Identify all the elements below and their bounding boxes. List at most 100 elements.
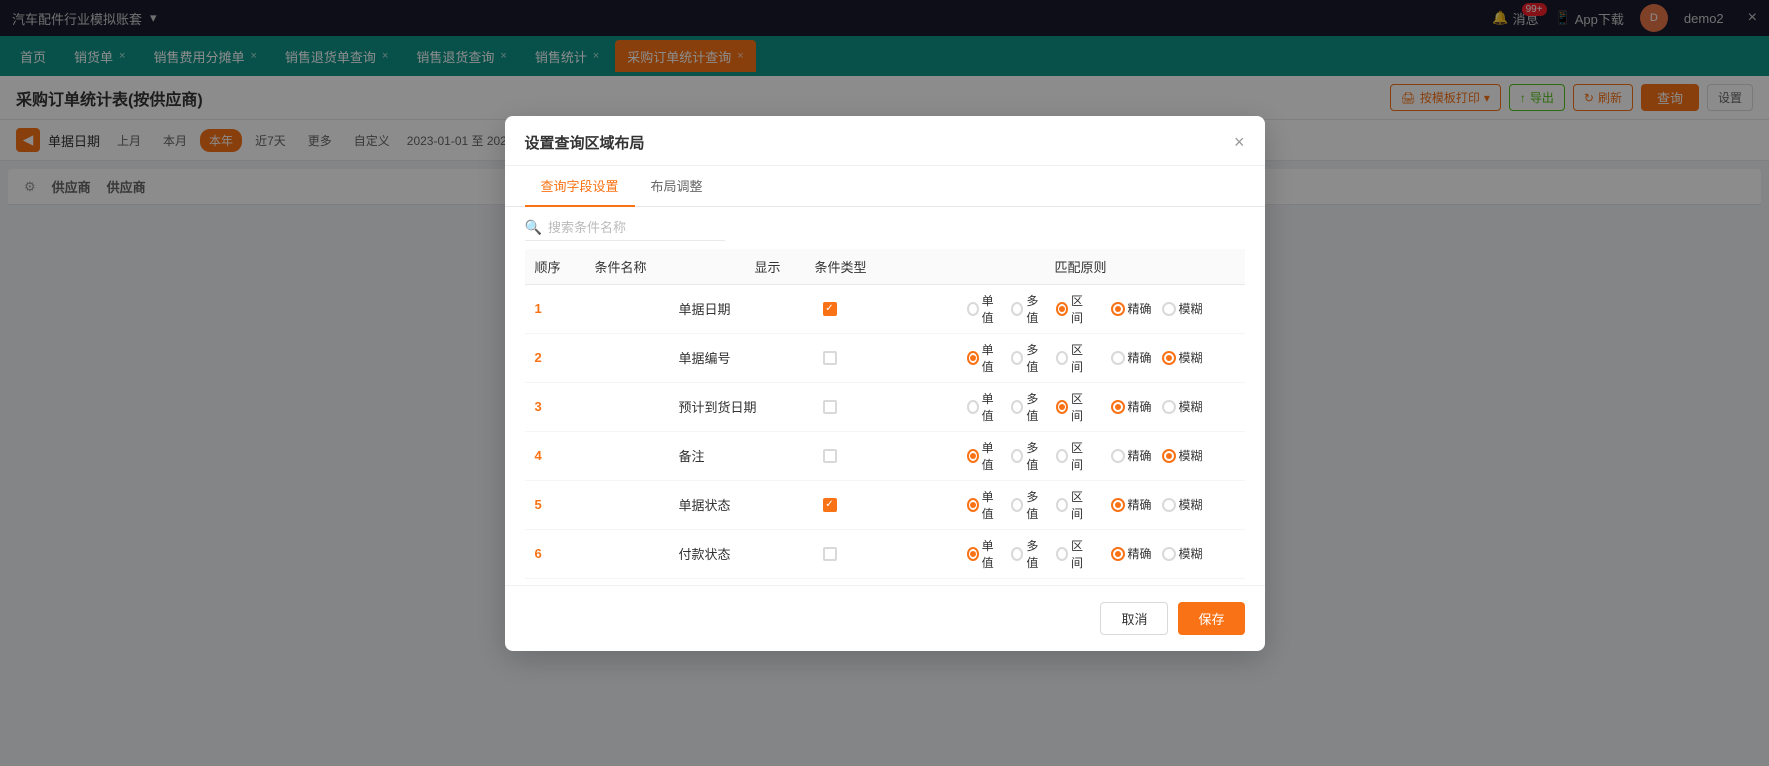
type-single-4[interactable]: 单值 (967, 488, 1002, 522)
match-fuzzy-radio-3[interactable] (1162, 449, 1176, 463)
th-name: 条件名称 (585, 249, 745, 285)
type-multi-radio-4[interactable] (1011, 498, 1023, 512)
type-single-radio-1[interactable] (967, 351, 979, 365)
type-range-0[interactable]: 区间 (1056, 292, 1091, 326)
cell-type-3: 单值 多值 区间 (957, 432, 1101, 481)
match-exact-radio-2[interactable] (1111, 400, 1125, 414)
cell-display-5[interactable] (813, 530, 957, 579)
match-fuzzy-3[interactable]: 模糊 (1162, 447, 1203, 464)
type-multi-5[interactable]: 多值 (1011, 537, 1046, 571)
match-radio-group-5: 精确 模糊 (1111, 545, 1235, 562)
match-exact-radio-0[interactable] (1111, 302, 1125, 316)
table-row: 5单据状态 单值 多值 区间 精确 (525, 481, 1245, 530)
type-range-radio-0[interactable] (1056, 302, 1068, 316)
match-exact-radio-3[interactable] (1111, 449, 1125, 463)
cell-display-1[interactable] (813, 334, 957, 383)
cancel-button[interactable]: 取消 (1100, 602, 1168, 635)
type-single-radio-3[interactable] (967, 449, 979, 463)
cell-order-0: 1 (525, 285, 669, 334)
search-icon: 🔍 (525, 219, 542, 236)
display-checkbox-1[interactable] (823, 351, 837, 365)
type-multi-4[interactable]: 多值 (1011, 488, 1046, 522)
type-multi-radio-0[interactable] (1011, 302, 1023, 316)
type-range-4[interactable]: 区间 (1056, 488, 1091, 522)
display-checkbox-0[interactable] (823, 302, 837, 316)
modal-overlay: 设置查询区域布局 × 查询字段设置 布局调整 🔍 (0, 0, 1769, 766)
type-multi-radio-1[interactable] (1011, 351, 1023, 365)
type-range-5[interactable]: 区间 (1056, 537, 1091, 571)
type-single-3[interactable]: 单值 (967, 439, 1002, 473)
modal-tab-layout[interactable]: 布局调整 (635, 166, 719, 207)
match-radio-group-4: 精确 模糊 (1111, 496, 1235, 513)
display-checkbox-2[interactable] (823, 400, 837, 414)
type-range-2[interactable]: 区间 (1056, 390, 1091, 424)
cell-display-4[interactable] (813, 481, 957, 530)
type-single-5[interactable]: 单值 (967, 537, 1002, 571)
type-single-1[interactable]: 单值 (967, 341, 1002, 375)
modal-close-button[interactable]: × (1234, 133, 1245, 151)
modal-tab-fields[interactable]: 查询字段设置 (525, 166, 635, 207)
display-checkbox-3[interactable] (823, 449, 837, 463)
type-range-radio-1[interactable] (1056, 351, 1068, 365)
type-multi-radio-3[interactable] (1011, 449, 1023, 463)
cell-name-4: 单据状态 (669, 481, 813, 530)
cell-match-4: 精确 模糊 (1101, 481, 1245, 530)
match-fuzzy-0[interactable]: 模糊 (1162, 300, 1203, 317)
type-range-3[interactable]: 区间 (1056, 439, 1091, 473)
cell-order-2: 3 (525, 383, 669, 432)
type-single-0[interactable]: 单值 (967, 292, 1002, 326)
type-multi-0[interactable]: 多值 (1011, 292, 1046, 326)
match-fuzzy-2[interactable]: 模糊 (1162, 398, 1203, 415)
cell-match-3: 精确 模糊 (1101, 432, 1245, 481)
type-single-radio-2[interactable] (967, 400, 979, 414)
match-fuzzy-5[interactable]: 模糊 (1162, 545, 1203, 562)
match-exact-2[interactable]: 精确 (1111, 398, 1152, 415)
match-fuzzy-radio-1[interactable] (1162, 351, 1176, 365)
type-range-1[interactable]: 区间 (1056, 341, 1091, 375)
match-exact-0[interactable]: 精确 (1111, 300, 1152, 317)
cell-match-5: 精确 模糊 (1101, 530, 1245, 579)
match-exact-1[interactable]: 精确 (1111, 349, 1152, 366)
type-range-radio-2[interactable] (1056, 400, 1068, 414)
type-range-radio-3[interactable] (1056, 449, 1068, 463)
cell-order-4: 5 (525, 481, 669, 530)
type-range-radio-4[interactable] (1056, 498, 1068, 512)
type-multi-radio-5[interactable] (1011, 547, 1023, 561)
modal-tab-fields-label: 查询字段设置 (541, 179, 619, 194)
match-fuzzy-radio-2[interactable] (1162, 400, 1176, 414)
type-multi-2[interactable]: 多值 (1011, 390, 1046, 424)
match-fuzzy-radio-4[interactable] (1162, 498, 1176, 512)
type-range-radio-5[interactable] (1056, 547, 1068, 561)
save-button[interactable]: 保存 (1178, 602, 1244, 635)
search-input[interactable] (548, 220, 708, 235)
display-checkbox-4[interactable] (823, 498, 837, 512)
display-checkbox-5[interactable] (823, 547, 837, 561)
match-fuzzy-radio-0[interactable] (1162, 302, 1176, 316)
th-match: 匹配原则 (1045, 249, 1245, 285)
cell-display-2[interactable] (813, 383, 957, 432)
cell-order-5: 6 (525, 530, 669, 579)
match-exact-4[interactable]: 精确 (1111, 496, 1152, 513)
type-single-radio-5[interactable] (967, 547, 979, 561)
type-single-radio-4[interactable] (967, 498, 979, 512)
match-exact-radio-1[interactable] (1111, 351, 1125, 365)
cell-type-4: 单值 多值 区间 (957, 481, 1101, 530)
match-exact-3[interactable]: 精确 (1111, 447, 1152, 464)
modal-title: 设置查询区域布局 (525, 132, 645, 153)
type-single-radio-0[interactable] (967, 302, 979, 316)
match-exact-radio-5[interactable] (1111, 547, 1125, 561)
match-fuzzy-1[interactable]: 模糊 (1162, 349, 1203, 366)
type-radio-group-3: 单值 多值 区间 (967, 439, 1091, 473)
cell-name-1: 单据编号 (669, 334, 813, 383)
type-multi-radio-2[interactable] (1011, 400, 1023, 414)
table-row: 6付款状态 单值 多值 区间 精确 (525, 530, 1245, 579)
type-single-2[interactable]: 单值 (967, 390, 1002, 424)
cell-display-0[interactable] (813, 285, 957, 334)
match-fuzzy-radio-5[interactable] (1162, 547, 1176, 561)
match-exact-radio-4[interactable] (1111, 498, 1125, 512)
match-exact-5[interactable]: 精确 (1111, 545, 1152, 562)
type-multi-1[interactable]: 多值 (1011, 341, 1046, 375)
match-fuzzy-4[interactable]: 模糊 (1162, 496, 1203, 513)
cell-display-3[interactable] (813, 432, 957, 481)
type-multi-3[interactable]: 多值 (1011, 439, 1046, 473)
